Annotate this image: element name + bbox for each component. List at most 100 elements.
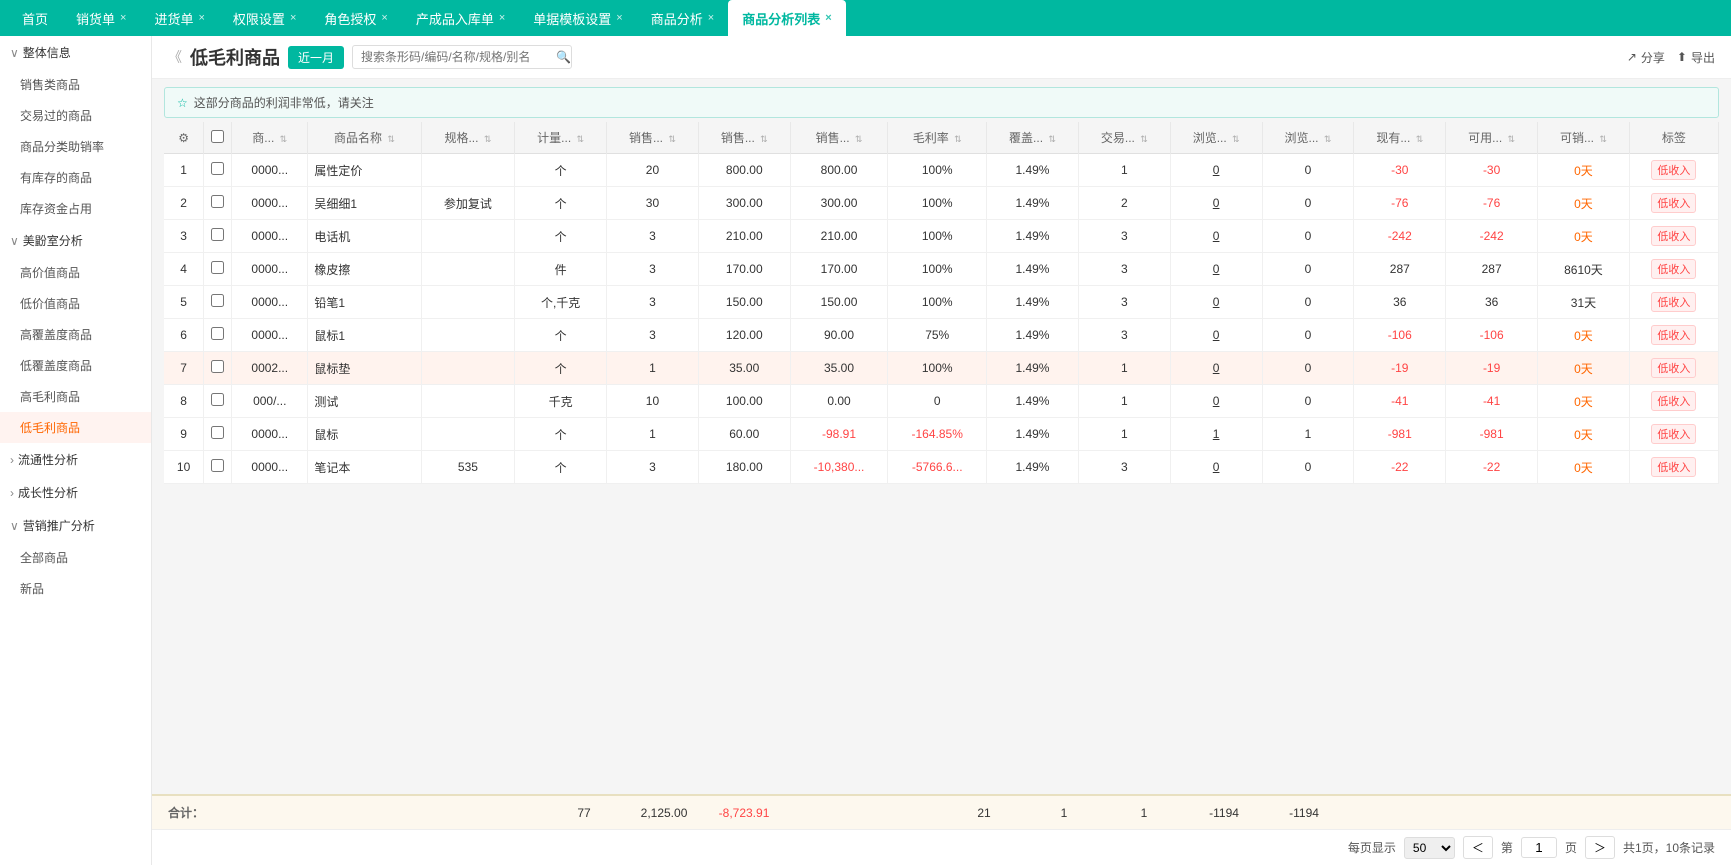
row-view1[interactable]: 0: [1170, 286, 1262, 319]
prev-page-button[interactable]: ＜: [1463, 836, 1493, 859]
row-view1[interactable]: 0: [1170, 385, 1262, 418]
row-checkbox[interactable]: [211, 360, 224, 373]
sidebar-group-overall[interactable]: ∨ 整体信息: [0, 36, 151, 69]
row-checkbox-cell[interactable]: [204, 253, 232, 286]
col-trade[interactable]: 交易... ⇅: [1078, 122, 1170, 154]
next-page-button[interactable]: ＞: [1585, 836, 1615, 859]
row-checkbox[interactable]: [211, 426, 224, 439]
sidebar-item-high-value[interactable]: 高价值商品: [0, 257, 151, 288]
col-sales2[interactable]: 销售... ⇅: [698, 122, 790, 154]
close-role-icon[interactable]: ×: [381, 12, 387, 24]
sidebar-collapse-btn[interactable]: 《: [168, 47, 182, 67]
footer-view1: 1: [1024, 806, 1104, 820]
col-sales1[interactable]: 销售... ⇅: [607, 122, 699, 154]
close-purchase-order-icon[interactable]: ×: [198, 12, 204, 24]
row-checkbox[interactable]: [211, 162, 224, 175]
close-sales-order-icon[interactable]: ×: [120, 12, 126, 24]
sidebar-item-stock-capital[interactable]: 库存资金占用: [0, 193, 151, 224]
row-view1[interactable]: 0: [1170, 451, 1262, 484]
col-settings[interactable]: ⚙: [164, 122, 204, 154]
col-gross-rate[interactable]: 毛利率 ⇅: [888, 122, 987, 154]
row-view1[interactable]: 0: [1170, 187, 1262, 220]
col-spec[interactable]: 规格... ⇅: [421, 122, 515, 154]
col-sales3[interactable]: 销售... ⇅: [790, 122, 888, 154]
row-view1[interactable]: 0: [1170, 253, 1262, 286]
row-checkbox-cell[interactable]: [204, 286, 232, 319]
row-checkbox-cell[interactable]: [204, 352, 232, 385]
row-stock1: -19: [1354, 352, 1446, 385]
row-checkbox-cell[interactable]: [204, 385, 232, 418]
col-coverage[interactable]: 覆盖... ⇅: [987, 122, 1079, 154]
row-view1[interactable]: 1: [1170, 418, 1262, 451]
search-input[interactable]: [352, 45, 572, 69]
row-checkbox[interactable]: [211, 228, 224, 241]
row-view1[interactable]: 0: [1170, 220, 1262, 253]
nav-template-settings[interactable]: 单据模板设置 ×: [519, 0, 636, 36]
close-analysis-icon[interactable]: ×: [708, 12, 714, 24]
row-checkbox-cell[interactable]: [204, 451, 232, 484]
col-code[interactable]: 商... ⇅: [232, 122, 308, 154]
page-size-label: 每页显示: [1348, 839, 1396, 856]
page-number-input[interactable]: [1521, 837, 1557, 858]
row-checkbox[interactable]: [211, 459, 224, 472]
row-checkbox[interactable]: [211, 261, 224, 274]
sidebar-item-category-rate[interactable]: 商品分类助销率: [0, 131, 151, 162]
search-icon[interactable]: 🔍: [556, 50, 571, 64]
sidebar-group-marketing[interactable]: ∨ 营销推广分析: [0, 509, 151, 542]
sidebar-item-sales-products[interactable]: 销售类商品: [0, 69, 151, 100]
row-spec: 参加复试: [421, 187, 515, 220]
sidebar-item-new-products[interactable]: 新品: [0, 573, 151, 604]
sidebar-group-circulation[interactable]: › 流通性分析: [0, 443, 151, 476]
nav-product-storage[interactable]: 产成品入库单 ×: [402, 0, 519, 36]
row-checkbox[interactable]: [211, 327, 224, 340]
row-checkbox-cell[interactable]: [204, 319, 232, 352]
col-stock1[interactable]: 现有... ⇅: [1354, 122, 1446, 154]
row-checkbox[interactable]: [211, 195, 224, 208]
close-list-icon[interactable]: ×: [825, 12, 831, 24]
footer-stock3: [1344, 806, 1424, 820]
close-template-icon[interactable]: ×: [616, 12, 622, 24]
col-view2[interactable]: 浏览... ⇅: [1262, 122, 1354, 154]
sidebar-group-growth[interactable]: › 成长性分析: [0, 476, 151, 509]
sidebar-item-high-margin[interactable]: 高毛利商品: [0, 381, 151, 412]
table-container[interactable]: ⚙ 商... ⇅ 商品名称 ⇅ 规格... ⇅ 计量... ⇅ 销售... ⇅ …: [164, 122, 1719, 794]
sidebar-item-traded-products[interactable]: 交易过的商品: [0, 100, 151, 131]
col-unit[interactable]: 计量... ⇅: [515, 122, 607, 154]
nav-sales-order[interactable]: 销货单 ×: [62, 0, 140, 36]
sidebar-item-low-margin[interactable]: 低毛利商品: [0, 412, 151, 443]
col-stock2[interactable]: 可用... ⇅: [1446, 122, 1538, 154]
close-storage-icon[interactable]: ×: [499, 12, 505, 24]
row-checkbox[interactable]: [211, 393, 224, 406]
sidebar-item-all-products[interactable]: 全部商品: [0, 542, 151, 573]
row-view1[interactable]: 0: [1170, 352, 1262, 385]
close-permission-icon[interactable]: ×: [290, 12, 296, 24]
page-size-select[interactable]: 50 20 100: [1404, 837, 1455, 859]
row-checkbox-cell[interactable]: [204, 220, 232, 253]
nav-product-analysis-list[interactable]: 商品分析列表 ×: [728, 0, 845, 36]
row-view1[interactable]: 0: [1170, 319, 1262, 352]
nav-home[interactable]: 首页: [8, 0, 62, 36]
row-view1[interactable]: 0: [1170, 154, 1262, 187]
sidebar-item-low-value[interactable]: 低价值商品: [0, 288, 151, 319]
share-button[interactable]: ↗ 分享: [1627, 49, 1665, 66]
sidebar-item-in-stock[interactable]: 有库存的商品: [0, 162, 151, 193]
nav-product-analysis[interactable]: 商品分析 ×: [637, 0, 728, 36]
period-button[interactable]: 近一月: [288, 46, 344, 69]
sidebar-group-beauty-analysis[interactable]: ∨ 美鼢室分析: [0, 224, 151, 257]
sidebar-item-high-coverage[interactable]: 高覆盖度商品: [0, 319, 151, 350]
col-stock3[interactable]: 可销... ⇅: [1538, 122, 1630, 154]
export-button[interactable]: ⬆ 导出: [1677, 49, 1715, 66]
nav-role-auth[interactable]: 角色授权 ×: [310, 0, 401, 36]
row-code: 0002...: [232, 352, 308, 385]
select-all-checkbox[interactable]: [211, 130, 224, 143]
nav-permission-settings[interactable]: 权限设置 ×: [219, 0, 310, 36]
sidebar-item-low-coverage[interactable]: 低覆盖度商品: [0, 350, 151, 381]
row-checkbox-cell[interactable]: [204, 418, 232, 451]
row-checkbox-cell[interactable]: [204, 154, 232, 187]
row-checkbox-cell[interactable]: [204, 187, 232, 220]
col-name[interactable]: 商品名称 ⇅: [308, 122, 421, 154]
row-sales3: -98.91: [790, 418, 888, 451]
row-checkbox[interactable]: [211, 294, 224, 307]
col-view1[interactable]: 浏览... ⇅: [1170, 122, 1262, 154]
nav-purchase-order[interactable]: 进货单 ×: [140, 0, 218, 36]
